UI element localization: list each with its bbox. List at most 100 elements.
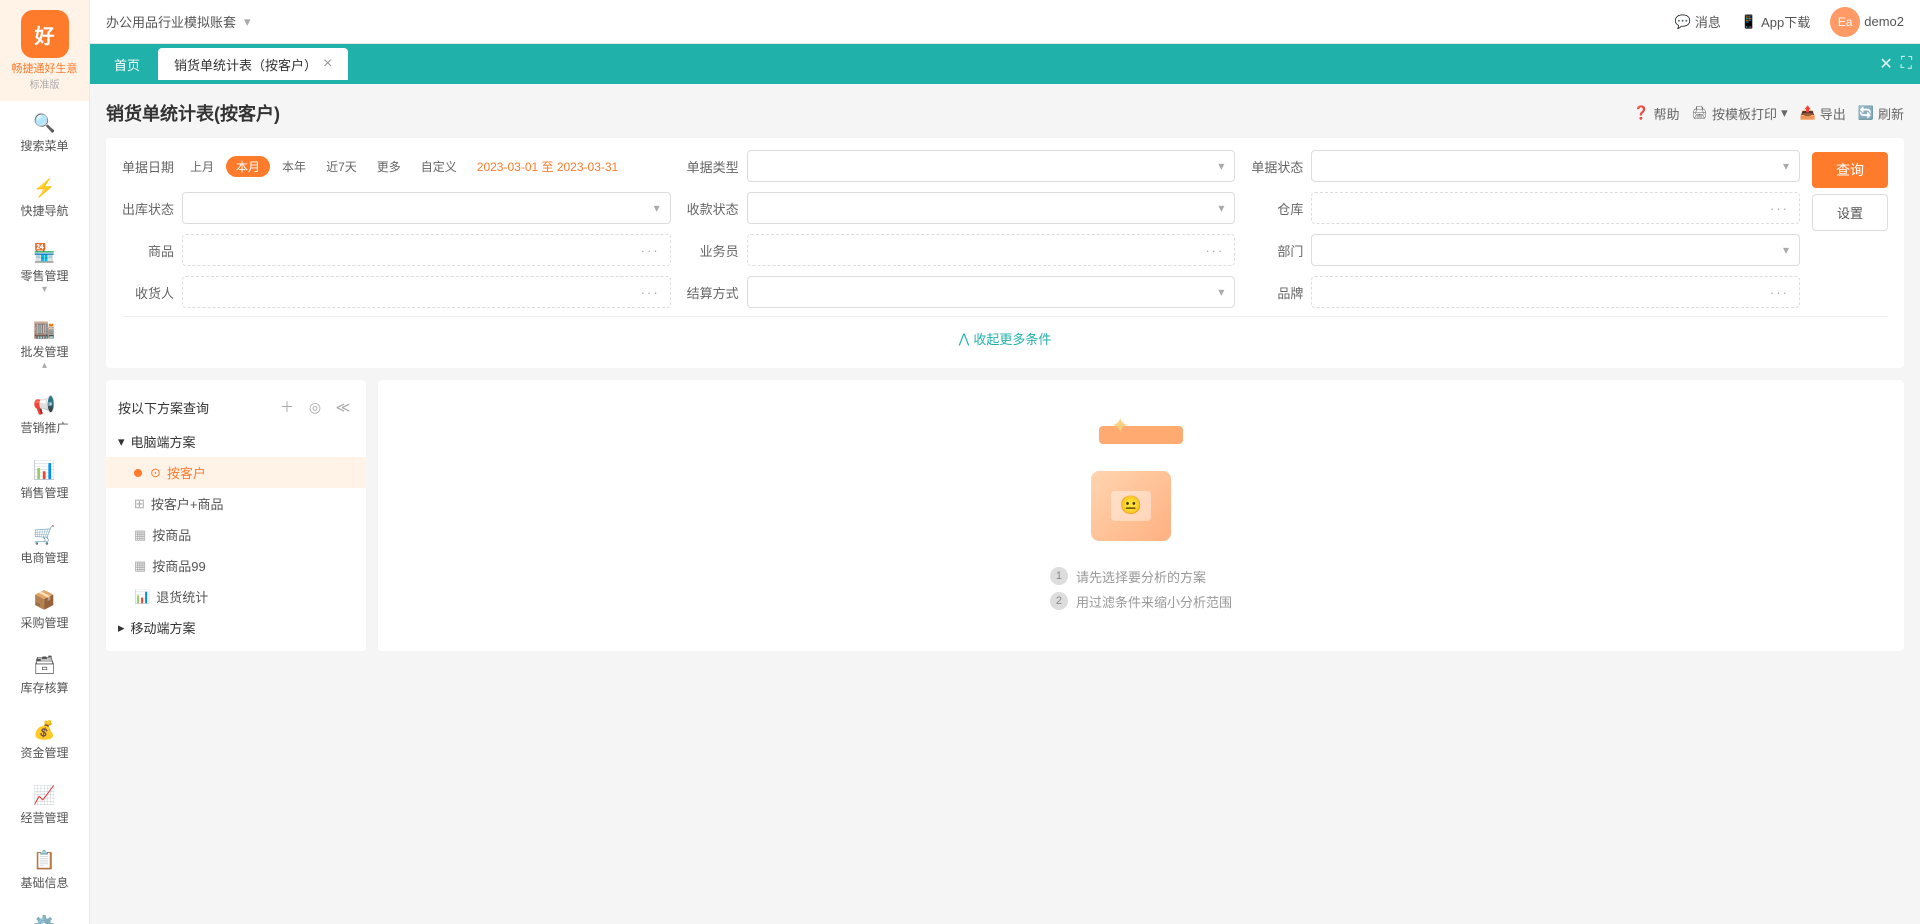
message-btn[interactable]: 💬 消息 (1675, 12, 1721, 31)
topbar-right: 💬 消息 📱 App下载 Ea demo2 (1675, 7, 1904, 37)
tab-home[interactable]: 首页 (98, 48, 156, 80)
topbar: 办公用品行业模拟账套 ▾ 💬 消息 📱 App下载 Ea demo2 (90, 0, 1920, 44)
tree-item-goods99[interactable]: ▦ 按商品99 (106, 550, 366, 581)
date-tab-custom[interactable]: 自定义 (413, 154, 465, 179)
industry-dropdown-icon[interactable]: ▾ (244, 14, 251, 30)
goods-label: 商品 (122, 241, 174, 260)
page-content: 销货单统计表(按客户) ❓ 帮助 🖨 按模板打印 ▾ 📤 导出 🔄 刷新 (90, 84, 1920, 924)
box-body: 😐 (1091, 471, 1171, 541)
sidebar-item-wholesale[interactable]: 🏬 批发管理 ▴ (0, 307, 89, 383)
date-tab-lastmonth[interactable]: 上月 (182, 154, 222, 179)
export-btn[interactable]: 📤 导出 (1800, 104, 1846, 123)
date-tab-7days[interactable]: 近7天 (318, 154, 365, 179)
sidebar-item-search[interactable]: 🔍 搜索菜单 (0, 101, 89, 166)
retail-icon: 🏪 (33, 243, 55, 264)
salesman-control[interactable]: ··· (747, 234, 1236, 266)
retail-expand-icon: ▾ (42, 284, 47, 295)
box-face: 😐 (1111, 491, 1151, 521)
tree-icon-customer: ⊙ (150, 465, 161, 481)
help-btn[interactable]: ❓ 帮助 (1633, 104, 1679, 123)
tab-sales-stat[interactable]: 销货单统计表（按客户） × (158, 48, 348, 80)
tree-label-mobile: 移动端方案 (131, 618, 196, 637)
order-type-control[interactable]: ▾ (747, 150, 1236, 182)
query-button[interactable]: 查询 (1812, 152, 1888, 188)
tree-item-goods[interactable]: ▦ 按商品 (106, 519, 366, 550)
tree-item-customer[interactable]: ⊙ 按客户 (106, 457, 366, 488)
filter-section: 单据日期 上月 本月 本年 近7天 更多 自定义 2023-03-01 至 20… (122, 150, 1800, 308)
tip-num-1: 1 (1050, 567, 1068, 585)
print-btn[interactable]: 🖨 按模板打印 ▾ (1692, 104, 1788, 123)
settlement-label: 结算方式 (687, 283, 739, 302)
industry-label: 办公用品行业模拟账套 (106, 12, 236, 31)
sidebar-item-ecommerce[interactable]: 🛒 电商管理 (0, 513, 89, 578)
app-download-btn[interactable]: 📱 App下载 (1741, 12, 1810, 31)
dept-control[interactable]: ▾ (1311, 234, 1800, 266)
sidebar-item-retail[interactable]: 🏪 零售管理 ▾ (0, 231, 89, 307)
user-area[interactable]: Ea demo2 (1830, 7, 1904, 37)
right-content: 😐 ✦ 1 请先选择要分析的方案 2 用过滤条件来缩小分 (378, 380, 1904, 651)
order-status-control[interactable]: ▾ (1311, 150, 1800, 182)
order-status-label: 单据状态 (1251, 157, 1303, 176)
refresh-btn[interactable]: 🔄 刷新 (1858, 104, 1904, 123)
tree-label-customer: 按客户 (167, 463, 206, 482)
filter-row-3: 商品 ··· 业务员 ··· (122, 234, 1800, 266)
page-actions: ❓ 帮助 🖨 按模板打印 ▾ 📤 导出 🔄 刷新 (1633, 104, 1904, 123)
settlement-chevron: ▾ (1218, 285, 1224, 299)
warehouse-control[interactable]: ··· (1311, 192, 1800, 224)
collapse-button[interactable]: ⋀ 收起更多条件 (122, 321, 1888, 356)
maximize-icon[interactable]: ⛶ (1901, 55, 1912, 73)
collapse-panel-btn[interactable]: ≪ (332, 396, 354, 418)
settings-button[interactable]: 设置 (1812, 194, 1888, 231)
add-scheme-btn[interactable]: ＋ (276, 396, 298, 418)
sidebar-item-operation[interactable]: 📈 经营管理 (0, 773, 89, 838)
brand-control[interactable]: ··· (1311, 276, 1800, 308)
tree-icon-goods: ▦ (134, 527, 146, 543)
dept-label: 部门 (1251, 241, 1303, 260)
out-status-control[interactable]: ▾ (182, 192, 671, 224)
left-panel: 按以下方案查询 ＋ ◎ ≪ ▾ 电脑端方案 ⊙ (106, 380, 366, 651)
goods-control[interactable]: ··· (182, 234, 671, 266)
tab-sales-stat-label: 销货单统计表（按客户） (174, 55, 317, 74)
tree-label-customer-goods: 按客户+商品 (151, 494, 224, 513)
search-icon: 🔍 (33, 113, 55, 134)
empty-state: 😐 ✦ 1 请先选择要分析的方案 2 用过滤条件来缩小分 (1050, 421, 1232, 611)
tab-close-icon[interactable]: × (323, 56, 332, 72)
filter-row-1: 单据日期 上月 本月 本年 近7天 更多 自定义 2023-03-01 至 20… (122, 150, 1800, 182)
active-dot (134, 469, 142, 477)
top-filter-area: 单据日期 上月 本月 本年 近7天 更多 自定义 2023-03-01 至 20… (106, 138, 1904, 368)
tree-item-return[interactable]: 📊 退货统计 (106, 581, 366, 612)
sidebar: 好 畅捷通好生意 标准版 🔍 搜索菜单 ⚡ 快捷导航 🏪 零售管理 ▾ 🏬 批发… (0, 0, 90, 924)
receive-status-chevron: ▾ (1218, 201, 1224, 215)
receive-status-control[interactable]: ▾ (747, 192, 1236, 224)
tree-label-pc: 电脑端方案 (131, 432, 196, 451)
ecommerce-icon: 🛒 (33, 525, 55, 546)
tree-item-mobile[interactable]: ▸ 移动端方案 (106, 612, 366, 643)
sidebar-item-shortcut[interactable]: ⚡ 快捷导航 (0, 166, 89, 231)
tip-text-1: 请先选择要分析的方案 (1076, 567, 1206, 586)
date-tab-thisyear[interactable]: 本年 (274, 154, 314, 179)
sidebar-item-finance[interactable]: 💰 资金管理 (0, 708, 89, 773)
sidebar-item-system[interactable]: ⚙️ 系统管理 (0, 903, 89, 924)
tip-text-2: 用过滤条件来缩小分析范围 (1076, 592, 1232, 611)
message-label: 消息 (1695, 12, 1721, 31)
tree-item-pc[interactable]: ▾ 电脑端方案 (106, 426, 366, 457)
sidebar-item-basic[interactable]: 📋 基础信息 (0, 838, 89, 903)
tree-label-return: 退货统计 (156, 587, 208, 606)
tree-item-customer-goods[interactable]: ⊞ 按客户+商品 (106, 488, 366, 519)
sidebar-item-sales[interactable]: 📊 销售管理 (0, 448, 89, 513)
recipient-control[interactable]: ··· (182, 276, 671, 308)
refresh-icon: 🔄 (1858, 105, 1874, 121)
warehouse-label: 仓库 (1251, 199, 1303, 218)
date-tab-more[interactable]: 更多 (369, 154, 409, 179)
sidebar-item-purchase[interactable]: 📦 采购管理 (0, 578, 89, 643)
sidebar-item-inventory[interactable]: 🗃 库存核算 (0, 643, 89, 708)
edit-scheme-btn[interactable]: ◎ (304, 396, 326, 418)
close-window-icon[interactable]: ✕ (1879, 54, 1892, 74)
order-status-group: 单据状态 ▾ (1251, 150, 1800, 182)
sidebar-item-basic-label: 基础信息 (20, 874, 68, 891)
date-tab-thismonth[interactable]: 本月 (226, 156, 270, 177)
tab-home-label: 首页 (114, 55, 140, 74)
sidebar-item-marketing[interactable]: 📢 营销推广 (0, 383, 89, 448)
settlement-control[interactable]: ▾ (747, 276, 1236, 308)
tree-icon-return: 📊 (134, 589, 150, 605)
